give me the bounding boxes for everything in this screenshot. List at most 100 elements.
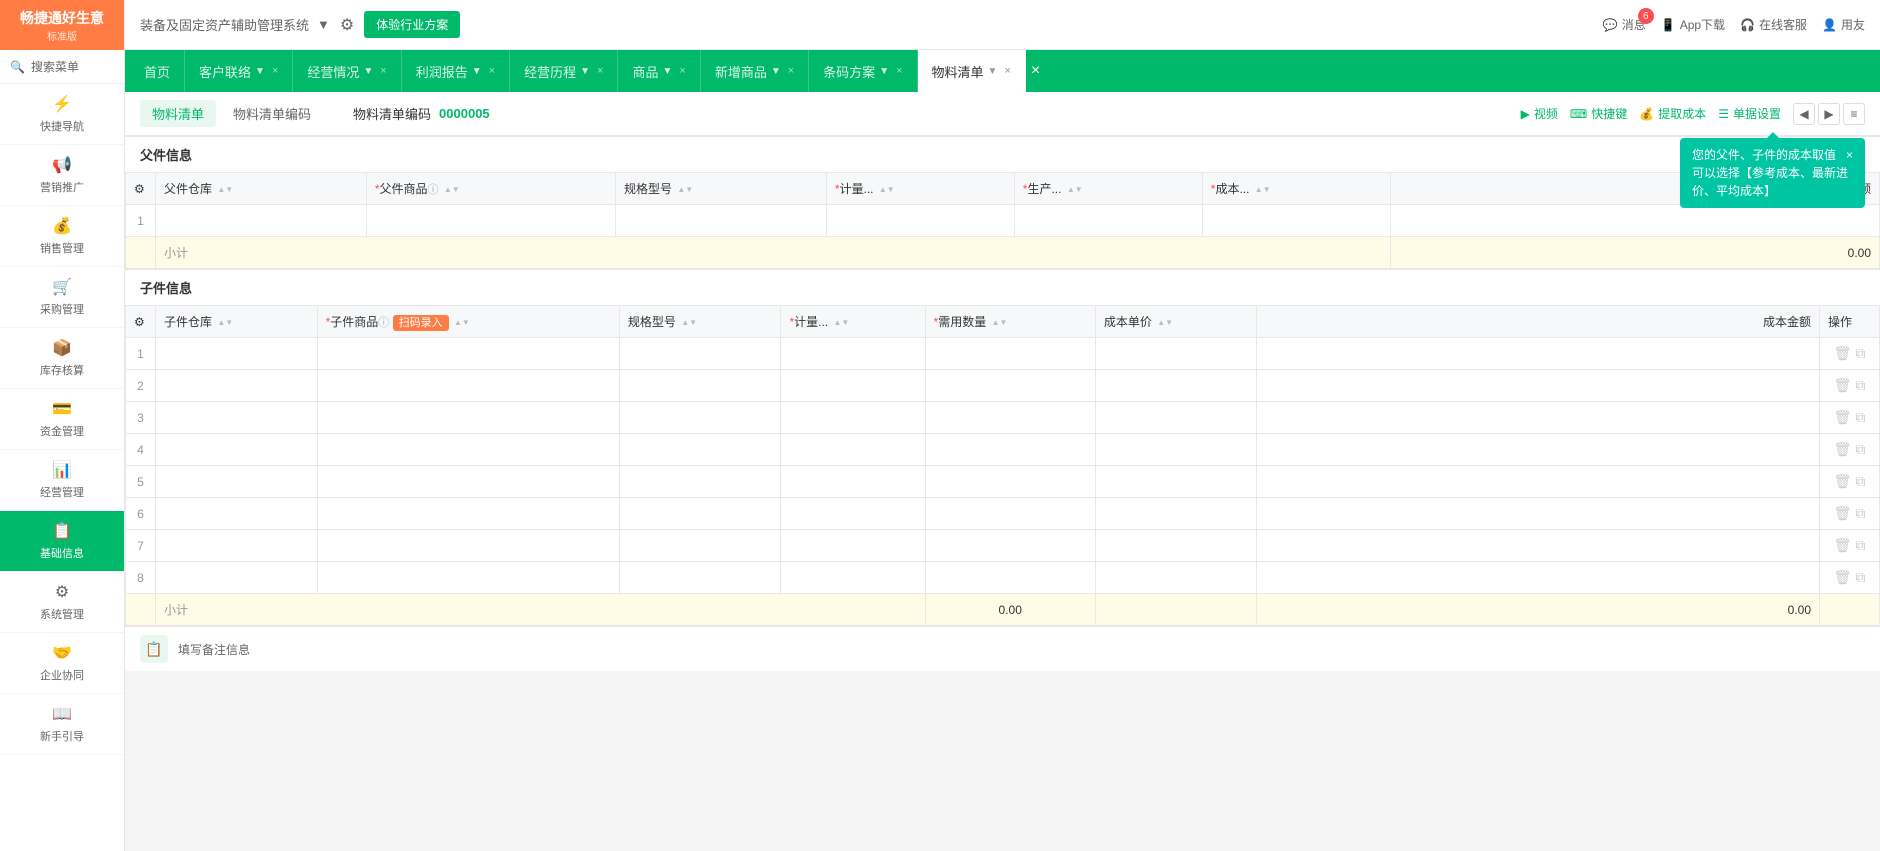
tab-products[interactable]: 商品 ▼ × [618,50,700,92]
parent-cost-cell[interactable] [1202,205,1390,237]
child-settings-col[interactable]: ⚙ [126,306,156,338]
tab-customers-close[interactable]: × [272,65,278,77]
parent-product-cell[interactable] [366,205,615,237]
parent-amount-cell[interactable] [1390,205,1879,237]
tab-new-product-close[interactable]: × [788,65,794,77]
single-settings-button[interactable]: ☰ 单据设置 [1718,105,1781,122]
child-product-7[interactable] [317,530,619,562]
child-unit-2[interactable] [781,370,925,402]
child-warehouse-3[interactable] [156,402,318,434]
sidebar-item-purchase[interactable]: 🛒 采购管理 [0,267,124,328]
delete-icon-8[interactable]: 🗑 [1834,569,1852,586]
tab-profit[interactable]: 利润报告 ▼ × [402,50,510,92]
child-spec-1[interactable] [619,338,781,370]
child-unit-price-6[interactable] [1095,498,1257,530]
parent-warehouse-cell[interactable] [156,205,367,237]
tab-new-product[interactable]: 新增商品 ▼ × [701,50,809,92]
trial-button[interactable]: 体验行业方案 [364,11,460,38]
delete-icon-1[interactable]: 🗑 [1834,345,1852,362]
delete-icon-2[interactable]: 🗑 [1834,377,1852,394]
sidebar-item-operations[interactable]: 📊 经营管理 [0,450,124,511]
child-warehouse-8[interactable] [156,562,318,594]
child-unit-5[interactable] [781,466,925,498]
sidebar-item-system[interactable]: ⚙ 系统管理 [0,572,124,633]
delete-icon-7[interactable]: 🗑 [1834,537,1852,554]
child-unit-6[interactable] [781,498,925,530]
child-product-5[interactable] [317,466,619,498]
child-qty-8[interactable] [925,562,1095,594]
child-spec-6[interactable] [619,498,781,530]
child-spec-5[interactable] [619,466,781,498]
child-unit-price-4[interactable] [1095,434,1257,466]
tooltip-close-button[interactable]: × [1846,146,1853,164]
child-product-2[interactable] [317,370,619,402]
child-unit-1[interactable] [781,338,925,370]
child-spec-2[interactable] [619,370,781,402]
cost-button[interactable]: 💰 提取成本 [1639,105,1706,122]
copy-icon-8[interactable]: ⧉ [1855,569,1865,586]
copy-icon-7[interactable]: ⧉ [1855,537,1865,554]
child-amount-4[interactable] [1257,434,1820,466]
child-amount-3[interactable] [1257,402,1820,434]
child-qty-1[interactable] [925,338,1095,370]
tab-profit-close[interactable]: × [489,65,495,77]
close-all-tabs[interactable]: × [1031,62,1040,80]
shortcut-button[interactable]: ⌨ 快捷键 [1570,105,1627,122]
child-warehouse-4[interactable] [156,434,318,466]
child-warehouse-5[interactable] [156,466,318,498]
parent-settings-col[interactable]: ⚙ [126,173,156,205]
nav-list[interactable]: ≡ [1843,103,1865,125]
child-unit-price-3[interactable] [1095,402,1257,434]
messages-item[interactable]: 💬 消息 6 [1603,16,1646,33]
tab-bom[interactable]: 物料清单 ▼ × [918,50,1026,92]
search-menu[interactable]: 🔍 搜索菜单 [0,50,124,84]
scroll-area[interactable]: 父件信息 ⚙ 父件仓库 ▲▼ *父件商品ⓘ ▲▼ [125,136,1880,851]
copy-icon-3[interactable]: ⧉ [1855,409,1865,426]
copy-icon-1[interactable]: ⧉ [1855,345,1865,362]
child-unit-price-5[interactable] [1095,466,1257,498]
tab-history-close[interactable]: × [597,65,603,77]
child-qty-3[interactable] [925,402,1095,434]
child-product-8[interactable] [317,562,619,594]
tab-ops-close[interactable]: × [380,65,386,77]
parent-spec-cell[interactable] [616,205,827,237]
child-qty-4[interactable] [925,434,1095,466]
sidebar-item-finance[interactable]: 💳 资金管理 [0,389,124,450]
delete-icon-4[interactable]: 🗑 [1834,441,1852,458]
tab-home[interactable]: 首页 [130,50,185,92]
parent-unit-cell[interactable] [826,205,1014,237]
sidebar-item-marketing[interactable]: 📢 营销推广 [0,145,124,206]
child-unit-8[interactable] [781,562,925,594]
child-amount-7[interactable] [1257,530,1820,562]
child-amount-6[interactable] [1257,498,1820,530]
delete-icon-5[interactable]: 🗑 [1834,473,1852,490]
copy-icon-5[interactable]: ⧉ [1855,473,1865,490]
user-item[interactable]: 👤 用友 [1822,16,1865,33]
tab-operations[interactable]: 经营情况 ▼ × [293,50,401,92]
app-download-item[interactable]: 📱 App下载 [1661,16,1725,33]
child-product-3[interactable] [317,402,619,434]
child-qty-7[interactable] [925,530,1095,562]
copy-icon-4[interactable]: ⧉ [1855,441,1865,458]
child-spec-8[interactable] [619,562,781,594]
sidebar-item-sales[interactable]: 💰 销售管理 [0,206,124,267]
child-warehouse-1[interactable] [156,338,318,370]
child-product-1[interactable] [317,338,619,370]
view-button[interactable]: ▶ 视频 [1521,105,1558,122]
tab-history[interactable]: 经营历程 ▼ × [510,50,618,92]
child-unit-7[interactable] [781,530,925,562]
sidebar-item-enterprise[interactable]: 🤝 企业协同 [0,633,124,694]
delete-icon-6[interactable]: 🗑 [1834,505,1852,522]
tab-barcode-close[interactable]: × [896,65,902,77]
tab-barcode[interactable]: 条码方案 ▼ × [809,50,917,92]
page-tab-bom[interactable]: 物料清单 [140,100,216,127]
child-warehouse-6[interactable] [156,498,318,530]
tab-products-close[interactable]: × [679,65,685,77]
nav-next[interactable]: ▶ [1818,103,1840,125]
child-qty-6[interactable] [925,498,1095,530]
child-qty-2[interactable] [925,370,1095,402]
child-unit-price-7[interactable] [1095,530,1257,562]
copy-icon-6[interactable]: ⧉ [1855,505,1865,522]
online-service-item[interactable]: 🎧 在线客服 [1740,16,1807,33]
tab-customers[interactable]: 客户联络 ▼ × [185,50,293,92]
